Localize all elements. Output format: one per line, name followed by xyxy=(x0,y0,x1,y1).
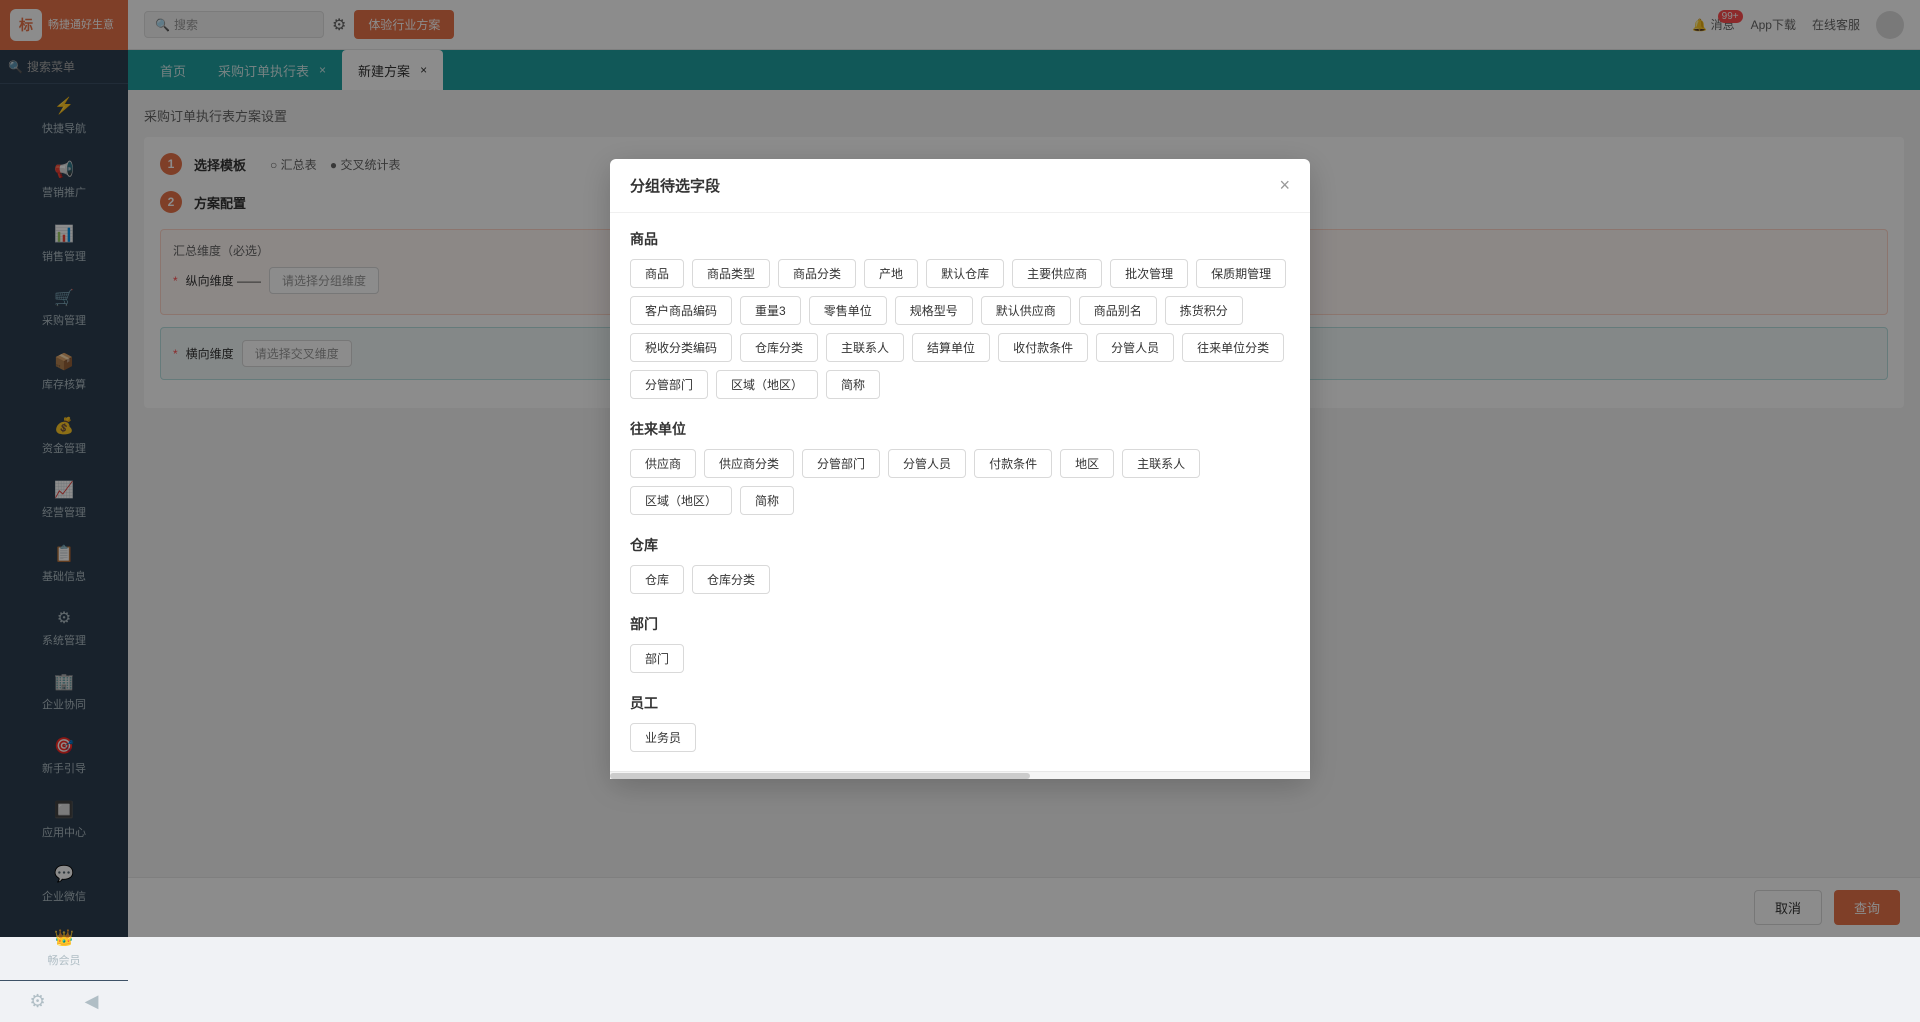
tag-employee-0[interactable]: 业务员 xyxy=(630,723,696,752)
section-employee: 员工业务员 xyxy=(630,693,1290,752)
tag-product-22[interactable]: 分管部门 xyxy=(630,370,708,399)
tag-product-8[interactable]: 客户商品编码 xyxy=(630,296,732,325)
collapse-icon[interactable]: ◀ xyxy=(85,991,99,1012)
tag-grid-counterpart: 供应商供应商分类分管部门分管人员付款条件地区主联系人区域（地区） 简称 xyxy=(630,449,1290,515)
tag-counterpart-4[interactable]: 付款条件 xyxy=(974,449,1052,478)
tag-product-5[interactable]: 主要供应商 xyxy=(1012,259,1102,288)
tag-counterpart-7[interactable]: 区域（地区） xyxy=(630,486,732,515)
tag-product-19[interactable]: 收付款条件 xyxy=(998,333,1088,362)
section-product: 商品商品商品类型商品分类产地默认仓库主要供应商批次管理保质期管理客户商品编码重量… xyxy=(630,229,1290,399)
tag-grid-warehouse: 仓库仓库分类 xyxy=(630,565,1290,594)
tag-product-11[interactable]: 规格型号 xyxy=(895,296,973,325)
settings-icon[interactable]: ⚙ xyxy=(30,991,46,1012)
tag-product-9[interactable]: 重量3 xyxy=(740,296,801,325)
sidebar-label-member: 畅会员 xyxy=(48,952,81,968)
tag-counterpart-2[interactable]: 分管部门 xyxy=(802,449,880,478)
section-title-counterpart: 往来单位 xyxy=(630,419,1290,439)
tag-warehouse-0[interactable]: 仓库 xyxy=(630,565,684,594)
tag-counterpart-3[interactable]: 分管人员 xyxy=(888,449,966,478)
tag-product-21[interactable]: 往来单位分类 xyxy=(1182,333,1284,362)
tag-product-6[interactable]: 批次管理 xyxy=(1110,259,1188,288)
sidebar-bottom: ⚙ ◀ xyxy=(0,980,128,1022)
tag-product-18[interactable]: 结算单位 xyxy=(912,333,990,362)
tag-grid-department: 部门 xyxy=(630,644,1290,673)
tag-product-4[interactable]: 默认仓库 xyxy=(926,259,1004,288)
tag-grid-product: 商品商品类型商品分类产地默认仓库主要供应商批次管理保质期管理客户商品编码重量3 零… xyxy=(630,259,1290,399)
tag-counterpart-0[interactable]: 供应商 xyxy=(630,449,696,478)
modal-title: 分组待选字段 xyxy=(630,175,720,196)
modal-header: 分组待选字段 × xyxy=(610,159,1310,213)
tag-counterpart-5[interactable]: 地区 xyxy=(1060,449,1114,478)
tag-grid-employee: 业务员 xyxy=(630,723,1290,752)
modal-body[interactable]: 商品商品商品类型商品分类产地默认仓库主要供应商批次管理保质期管理客户商品编码重量… xyxy=(610,213,1310,771)
tag-product-24[interactable]: 简称 xyxy=(826,370,880,399)
modal-horizontal-scrollbar[interactable] xyxy=(610,771,1310,779)
section-title-department: 部门 xyxy=(630,614,1290,634)
tag-counterpart-8[interactable]: 简称 xyxy=(740,486,794,515)
tag-product-1[interactable]: 商品类型 xyxy=(692,259,770,288)
section-counterpart: 往来单位供应商供应商分类分管部门分管人员付款条件地区主联系人区域（地区） 简称 xyxy=(630,419,1290,515)
section-title-product: 商品 xyxy=(630,229,1290,249)
section-warehouse: 仓库仓库仓库分类 xyxy=(630,535,1290,594)
tag-product-16[interactable]: 仓库分类 xyxy=(740,333,818,362)
tag-department-0[interactable]: 部门 xyxy=(630,644,684,673)
section-title-warehouse: 仓库 xyxy=(630,535,1290,555)
tag-product-14[interactable]: 拣货积分 xyxy=(1165,296,1243,325)
tag-counterpart-1[interactable]: 供应商分类 xyxy=(704,449,794,478)
tag-product-17[interactable]: 主联系人 xyxy=(826,333,904,362)
modal-overlay[interactable]: 分组待选字段 × 商品商品商品类型商品分类产地默认仓库主要供应商批次管理保质期管… xyxy=(0,0,1920,937)
tag-counterpart-6[interactable]: 主联系人 xyxy=(1122,449,1200,478)
tag-warehouse-1[interactable]: 仓库分类 xyxy=(692,565,770,594)
tag-product-2[interactable]: 商品分类 xyxy=(778,259,856,288)
modal: 分组待选字段 × 商品商品商品类型商品分类产地默认仓库主要供应商批次管理保质期管… xyxy=(610,159,1310,779)
tag-product-15[interactable]: 税收分类编码 xyxy=(630,333,732,362)
tag-product-3[interactable]: 产地 xyxy=(864,259,918,288)
modal-close-btn[interactable]: × xyxy=(1279,176,1290,194)
tag-product-10[interactable]: 零售单位 xyxy=(809,296,887,325)
tag-product-0[interactable]: 商品 xyxy=(630,259,684,288)
section-department: 部门部门 xyxy=(630,614,1290,673)
tag-product-13[interactable]: 商品别名 xyxy=(1079,296,1157,325)
section-title-employee: 员工 xyxy=(630,693,1290,713)
tag-product-23[interactable]: 区域（地区） xyxy=(716,370,818,399)
modal-hscroll-thumb xyxy=(610,773,1030,779)
tag-product-12[interactable]: 默认供应商 xyxy=(981,296,1071,325)
tag-product-20[interactable]: 分管人员 xyxy=(1096,333,1174,362)
tag-product-7[interactable]: 保质期管理 xyxy=(1196,259,1286,288)
